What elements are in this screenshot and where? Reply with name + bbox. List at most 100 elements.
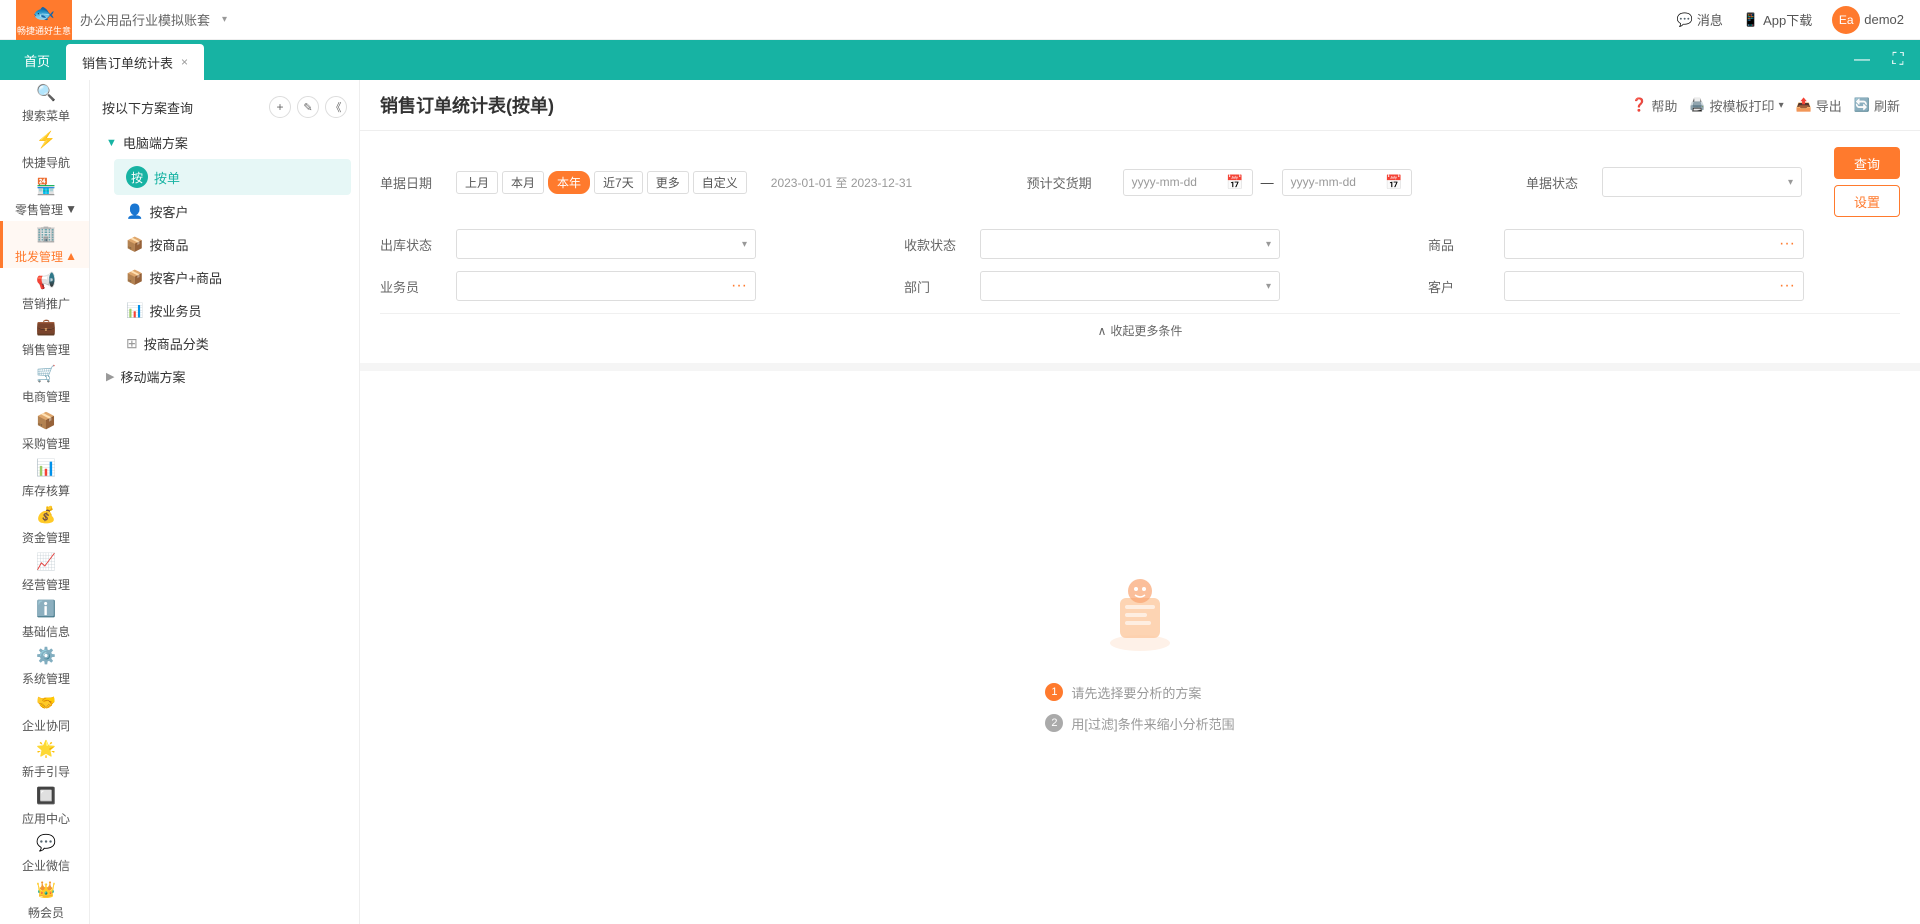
left-panel-actions: + ✎ 《 bbox=[269, 96, 347, 118]
staff-dots-icon[interactable]: ··· bbox=[731, 277, 747, 295]
user-menu[interactable]: Ea demo2 bbox=[1832, 6, 1904, 34]
status-arrow-icon: ▾ bbox=[1788, 177, 1793, 188]
expected-date-start-input[interactable]: yyyy-mm-dd 📅 bbox=[1123, 169, 1253, 196]
tree-section-pc[interactable]: ▼ 电脑端方案 bbox=[98, 126, 351, 159]
date-label: 单据日期 bbox=[380, 173, 440, 192]
download-label: App下载 bbox=[1763, 10, 1812, 29]
sidebar-item-wechat[interactable]: 💬 企业微信 bbox=[0, 830, 89, 877]
add-scheme-btn[interactable]: + bbox=[269, 96, 291, 118]
tip-num-2: 2 bbox=[1045, 714, 1063, 732]
content-area: 按以下方案查询 + ✎ 《 ▼ 电脑端方案 bbox=[90, 80, 1920, 924]
tab-home[interactable]: 首页 bbox=[8, 40, 66, 80]
collapse-panel-btn[interactable]: 《 bbox=[325, 96, 347, 118]
date-end-placeholder: yyyy-mm-dd bbox=[1291, 175, 1356, 189]
settings-btn[interactable]: 设置 bbox=[1834, 185, 1900, 217]
tip-1-text: 请先选择要分析的方案 bbox=[1071, 683, 1201, 702]
sidebar-item-marketing[interactable]: 📢 营销推广 bbox=[0, 268, 89, 315]
message-btn[interactable]: 💬 消息 bbox=[1677, 10, 1723, 29]
sidebar-item-sales[interactable]: 💼 销售管理 bbox=[0, 314, 89, 361]
template-print-btn[interactable]: 🖨️ 按模板打印 ▾ bbox=[1689, 96, 1783, 115]
tab-maximize-btn[interactable]: ⛶ bbox=[1884, 46, 1912, 74]
refresh-btn[interactable]: 🔄 刷新 bbox=[1854, 96, 1900, 115]
date-btn-more[interactable]: 更多 bbox=[647, 171, 689, 194]
tab-close-btn[interactable]: × bbox=[181, 55, 188, 69]
help-icon: ❓ bbox=[1631, 97, 1647, 113]
tree-item-by-customer[interactable]: 👤 按客户 bbox=[114, 195, 351, 228]
edit-scheme-btn[interactable]: ✎ bbox=[297, 96, 319, 118]
sidebar-item-finance[interactable]: 💰 资金管理 bbox=[0, 502, 89, 549]
date-btn-7days[interactable]: 近7天 bbox=[594, 171, 643, 194]
dept-select[interactable]: ▾ bbox=[980, 271, 1280, 301]
query-btn[interactable]: 查询 bbox=[1834, 147, 1900, 179]
date-btn-last-month[interactable]: 上月 bbox=[456, 171, 498, 194]
print-arrow-icon: ▾ bbox=[1779, 100, 1784, 111]
export-btn[interactable]: 📤 导出 bbox=[1796, 96, 1842, 115]
tree-item-by-order-label: 按单 bbox=[154, 168, 180, 187]
avatar: Ea bbox=[1832, 6, 1860, 34]
customer-input[interactable]: ··· bbox=[1504, 271, 1804, 301]
dept-label: 部门 bbox=[904, 277, 964, 296]
sidebar-item-operation[interactable]: 📈 经营管理 bbox=[0, 549, 89, 596]
goods-input[interactable]: ··· bbox=[1504, 229, 1804, 259]
filter-row-1: 单据日期 上月 本月 本年 近7天 更多 自定义 2023-01-01 至 20… bbox=[380, 147, 1900, 217]
tree-item-by-category[interactable]: ⊞ 按商品分类 bbox=[114, 327, 351, 360]
sidebar-item-purchase[interactable]: 📦 采购管理 bbox=[0, 408, 89, 455]
date-btn-this-year[interactable]: 本年 bbox=[548, 171, 590, 194]
sidebar-item-enterprise-label: 企业协同 bbox=[22, 717, 70, 734]
help-label: 帮助 bbox=[1651, 96, 1677, 115]
sidebar-item-enterprise[interactable]: 🤝 企业协同 bbox=[0, 690, 89, 737]
sidebar-item-wholesale[interactable]: 🏢 批发管理 ▲ bbox=[0, 221, 89, 268]
tree-item-by-goods[interactable]: 📦 按商品 bbox=[114, 228, 351, 261]
date-btn-this-month[interactable]: 本月 bbox=[502, 171, 544, 194]
tab-minimize-btn[interactable]: — bbox=[1848, 46, 1876, 74]
right-panel: 销售订单统计表(按单) ❓ 帮助 🖨️ 按模板打印 ▾ 📤 导出 bbox=[360, 80, 1920, 924]
calendar-end-icon: 📅 bbox=[1385, 174, 1402, 191]
sidebar-item-basic[interactable]: ℹ️ 基础信息 bbox=[0, 596, 89, 643]
empty-tip-1: 1 请先选择要分析的方案 bbox=[1045, 683, 1234, 702]
tree-item-by-cust-goods[interactable]: 📦 按客户+商品 bbox=[114, 261, 351, 294]
out-status-select[interactable]: ▾ bbox=[456, 229, 756, 259]
page-header: 销售订单统计表(按单) ❓ 帮助 🖨️ 按模板打印 ▾ 📤 导出 bbox=[360, 80, 1920, 131]
tree-item-by-cust-goods-label: 按客户+商品 bbox=[149, 268, 222, 287]
tree-section-mobile[interactable]: ▶ 移动端方案 bbox=[98, 360, 351, 393]
sidebar: 🔍 搜索菜单 ⚡ 快捷导航 🏪 零售管理 ▼ 🏢 批发管理 ▲ 📢 营销推广 bbox=[0, 80, 90, 924]
receipt-status-arrow-icon: ▾ bbox=[1266, 239, 1271, 250]
sidebar-item-member[interactable]: 👑 畅会员 bbox=[0, 877, 89, 924]
left-panel-header: 按以下方案查询 + ✎ 《 bbox=[90, 88, 359, 126]
sidebar-item-system[interactable]: ⚙️ 系统管理 bbox=[0, 643, 89, 690]
collapse-filter-label: 收起更多条件 bbox=[1110, 322, 1182, 339]
status-select[interactable]: ▾ bbox=[1602, 167, 1802, 197]
tree-item-by-staff[interactable]: 📊 按业务员 bbox=[114, 294, 351, 327]
sidebar-item-newbie[interactable]: 🌟 新手引导 bbox=[0, 736, 89, 783]
sidebar-item-ecommerce[interactable]: 🛒 电商管理 bbox=[0, 361, 89, 408]
main-layout: 🔍 搜索菜单 ⚡ 快捷导航 🏪 零售管理 ▼ 🏢 批发管理 ▲ 📢 营销推广 bbox=[0, 80, 1920, 924]
sidebar-item-inventory[interactable]: 📊 库存核算 bbox=[0, 455, 89, 502]
date-btn-custom[interactable]: 自定义 bbox=[693, 171, 747, 194]
receipt-status-select[interactable]: ▾ bbox=[980, 229, 1280, 259]
expected-date-end-input[interactable]: yyyy-mm-dd 📅 bbox=[1282, 169, 1412, 196]
app-dropdown-icon[interactable]: ▾ bbox=[222, 14, 227, 25]
goods-dots-icon[interactable]: ··· bbox=[1779, 235, 1795, 253]
empty-illustration bbox=[1090, 563, 1190, 663]
retail-arrow-icon: ▼ bbox=[65, 202, 77, 216]
sidebar-item-retail-label: 零售管理 bbox=[15, 201, 63, 218]
retail-icon: 🏪 bbox=[36, 177, 56, 197]
staff-input[interactable]: ··· bbox=[456, 271, 756, 301]
export-label: 导出 bbox=[1816, 96, 1842, 115]
tree-item-by-category-label: 按商品分类 bbox=[144, 334, 209, 353]
tree-arrow-icon: ▼ bbox=[106, 137, 117, 149]
sidebar-item-retail[interactable]: 🏪 零售管理 ▼ bbox=[0, 174, 89, 221]
help-btn[interactable]: ❓ 帮助 bbox=[1631, 96, 1677, 115]
tree-item-by-customer-label: 按客户 bbox=[149, 202, 188, 221]
filter-row-2: 出库状态 ▾ 收款状态 ▾ 商品 ··· bbox=[380, 229, 1900, 259]
tab-active[interactable]: 销售订单统计表 × bbox=[66, 44, 204, 80]
download-btn[interactable]: 📱 App下载 bbox=[1743, 10, 1812, 29]
tree-item-by-order[interactable]: 按 按单 bbox=[114, 159, 351, 195]
sidebar-item-quick-nav[interactable]: ⚡ 快捷导航 bbox=[0, 127, 89, 174]
ecommerce-icon: 🛒 bbox=[36, 364, 56, 384]
sidebar-item-search[interactable]: 🔍 搜索菜单 bbox=[0, 80, 89, 127]
customer-dots-icon[interactable]: ··· bbox=[1779, 277, 1795, 295]
collapse-filter-btn[interactable]: ∧ 收起更多条件 bbox=[380, 313, 1900, 347]
wechat-icon: 💬 bbox=[36, 833, 56, 853]
sidebar-item-app-center[interactable]: 🔲 应用中心 bbox=[0, 783, 89, 830]
